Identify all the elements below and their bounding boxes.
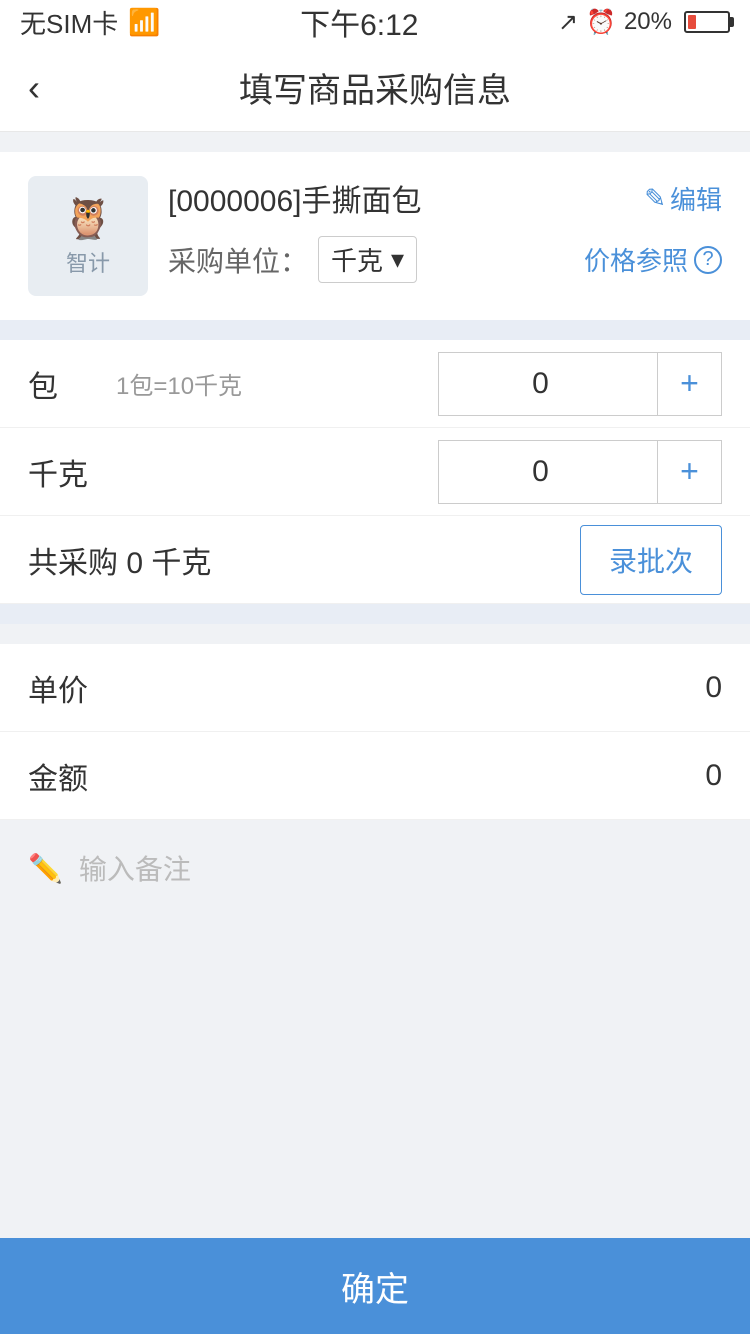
quantity-section: 包 1包=10千克 + 千克 + 共采购 0 千克 录批次 xyxy=(0,340,750,604)
product-name: [0000006]手撕面包 xyxy=(168,176,421,220)
amount-row: 金额 0 xyxy=(0,732,750,820)
alarm-icon: ⏰ xyxy=(586,8,616,37)
battery-icon xyxy=(684,11,730,33)
divider-middle xyxy=(0,604,750,624)
battery-percent: 20% xyxy=(624,8,672,36)
kg-label: 千克 xyxy=(28,450,108,494)
carrier-text: 无SIM卡 xyxy=(20,4,118,41)
status-bar: 无SIM卡 📶 下午6:12 ↗ ⏰ 20% xyxy=(0,0,750,44)
bag-input-row: 包 1包=10千克 + xyxy=(0,340,750,428)
location-icon: ↗ xyxy=(558,8,578,37)
unit-row: 采购单位： 千克 ▾ 价格参照 ? xyxy=(168,236,722,283)
kg-plus-button[interactable]: + xyxy=(658,440,722,504)
product-name-row: [0000006]手撕面包 ✎ 编辑 xyxy=(168,176,722,220)
unit-price-row: 单价 0 xyxy=(0,644,750,732)
note-placeholder: 输入备注 xyxy=(79,848,191,888)
bag-plus-button[interactable]: + xyxy=(658,352,722,416)
confirm-button[interactable]: 确定 xyxy=(0,1238,750,1334)
status-left: 无SIM卡 📶 xyxy=(20,4,161,41)
bag-quantity-input[interactable] xyxy=(438,352,658,416)
product-info: [0000006]手撕面包 ✎ 编辑 采购单位： 千克 ▾ 价格参照 ? xyxy=(168,176,722,283)
product-thumb-icon: 🦉 xyxy=(63,195,113,242)
unit-price-value: 0 xyxy=(705,671,722,705)
product-thumb-label: 智计 xyxy=(66,246,110,278)
product-card: 🦉 智计 [0000006]手撕面包 ✎ 编辑 采购单位： 千克 ▾ 价格参照 … xyxy=(0,152,750,320)
plus-icon-kg: + xyxy=(680,453,699,490)
wifi-icon: 📶 xyxy=(128,7,160,38)
unit-selector-group: 采购单位： 千克 ▾ xyxy=(168,236,417,283)
summary-row: 共采购 0 千克 录批次 xyxy=(0,516,750,604)
amount-value: 0 xyxy=(705,759,722,793)
unit-value: 千克 xyxy=(331,241,383,278)
edit-icon: ✎ xyxy=(644,183,666,214)
price-ref-label: 价格参照 xyxy=(584,241,688,278)
edit-button[interactable]: ✎ 编辑 xyxy=(644,180,722,217)
divider-top xyxy=(0,320,750,340)
price-ref-button[interactable]: 价格参照 ? xyxy=(584,241,722,278)
product-thumbnail: 🦉 智计 xyxy=(28,176,148,296)
back-button[interactable]: ‹ xyxy=(28,67,40,109)
summary-text: 共采购 0 千克 xyxy=(28,538,211,582)
pencil-icon: ✏️ xyxy=(28,852,63,885)
price-section: 单价 0 金额 0 xyxy=(0,644,750,820)
edit-label: 编辑 xyxy=(670,180,722,217)
help-icon: ? xyxy=(694,246,722,274)
kg-quantity-input[interactable] xyxy=(438,440,658,504)
unit-select-dropdown[interactable]: 千克 ▾ xyxy=(318,236,417,283)
amount-label: 金额 xyxy=(28,754,88,798)
batch-button[interactable]: 录批次 xyxy=(580,525,722,595)
header: ‹ 填写商品采购信息 xyxy=(0,44,750,132)
bag-sublabel: 1包=10千克 xyxy=(116,366,242,401)
content-area xyxy=(0,916,750,1236)
page-title: 填写商品采购信息 xyxy=(239,63,511,112)
plus-icon: + xyxy=(680,365,699,402)
chevron-down-icon: ▾ xyxy=(391,244,404,275)
status-right: ↗ ⏰ 20% xyxy=(558,8,730,37)
kg-input-row: 千克 + xyxy=(0,428,750,516)
status-time: 下午6:12 xyxy=(300,0,418,44)
confirm-label: 确定 xyxy=(341,1262,409,1311)
unit-price-label: 单价 xyxy=(28,666,88,710)
unit-prefix-label: 采购单位： xyxy=(168,240,308,280)
note-section[interactable]: ✏️ 输入备注 xyxy=(0,820,750,916)
bag-label: 包 xyxy=(28,362,108,406)
kg-input-group: + xyxy=(438,440,722,504)
bag-input-group: + xyxy=(438,352,722,416)
